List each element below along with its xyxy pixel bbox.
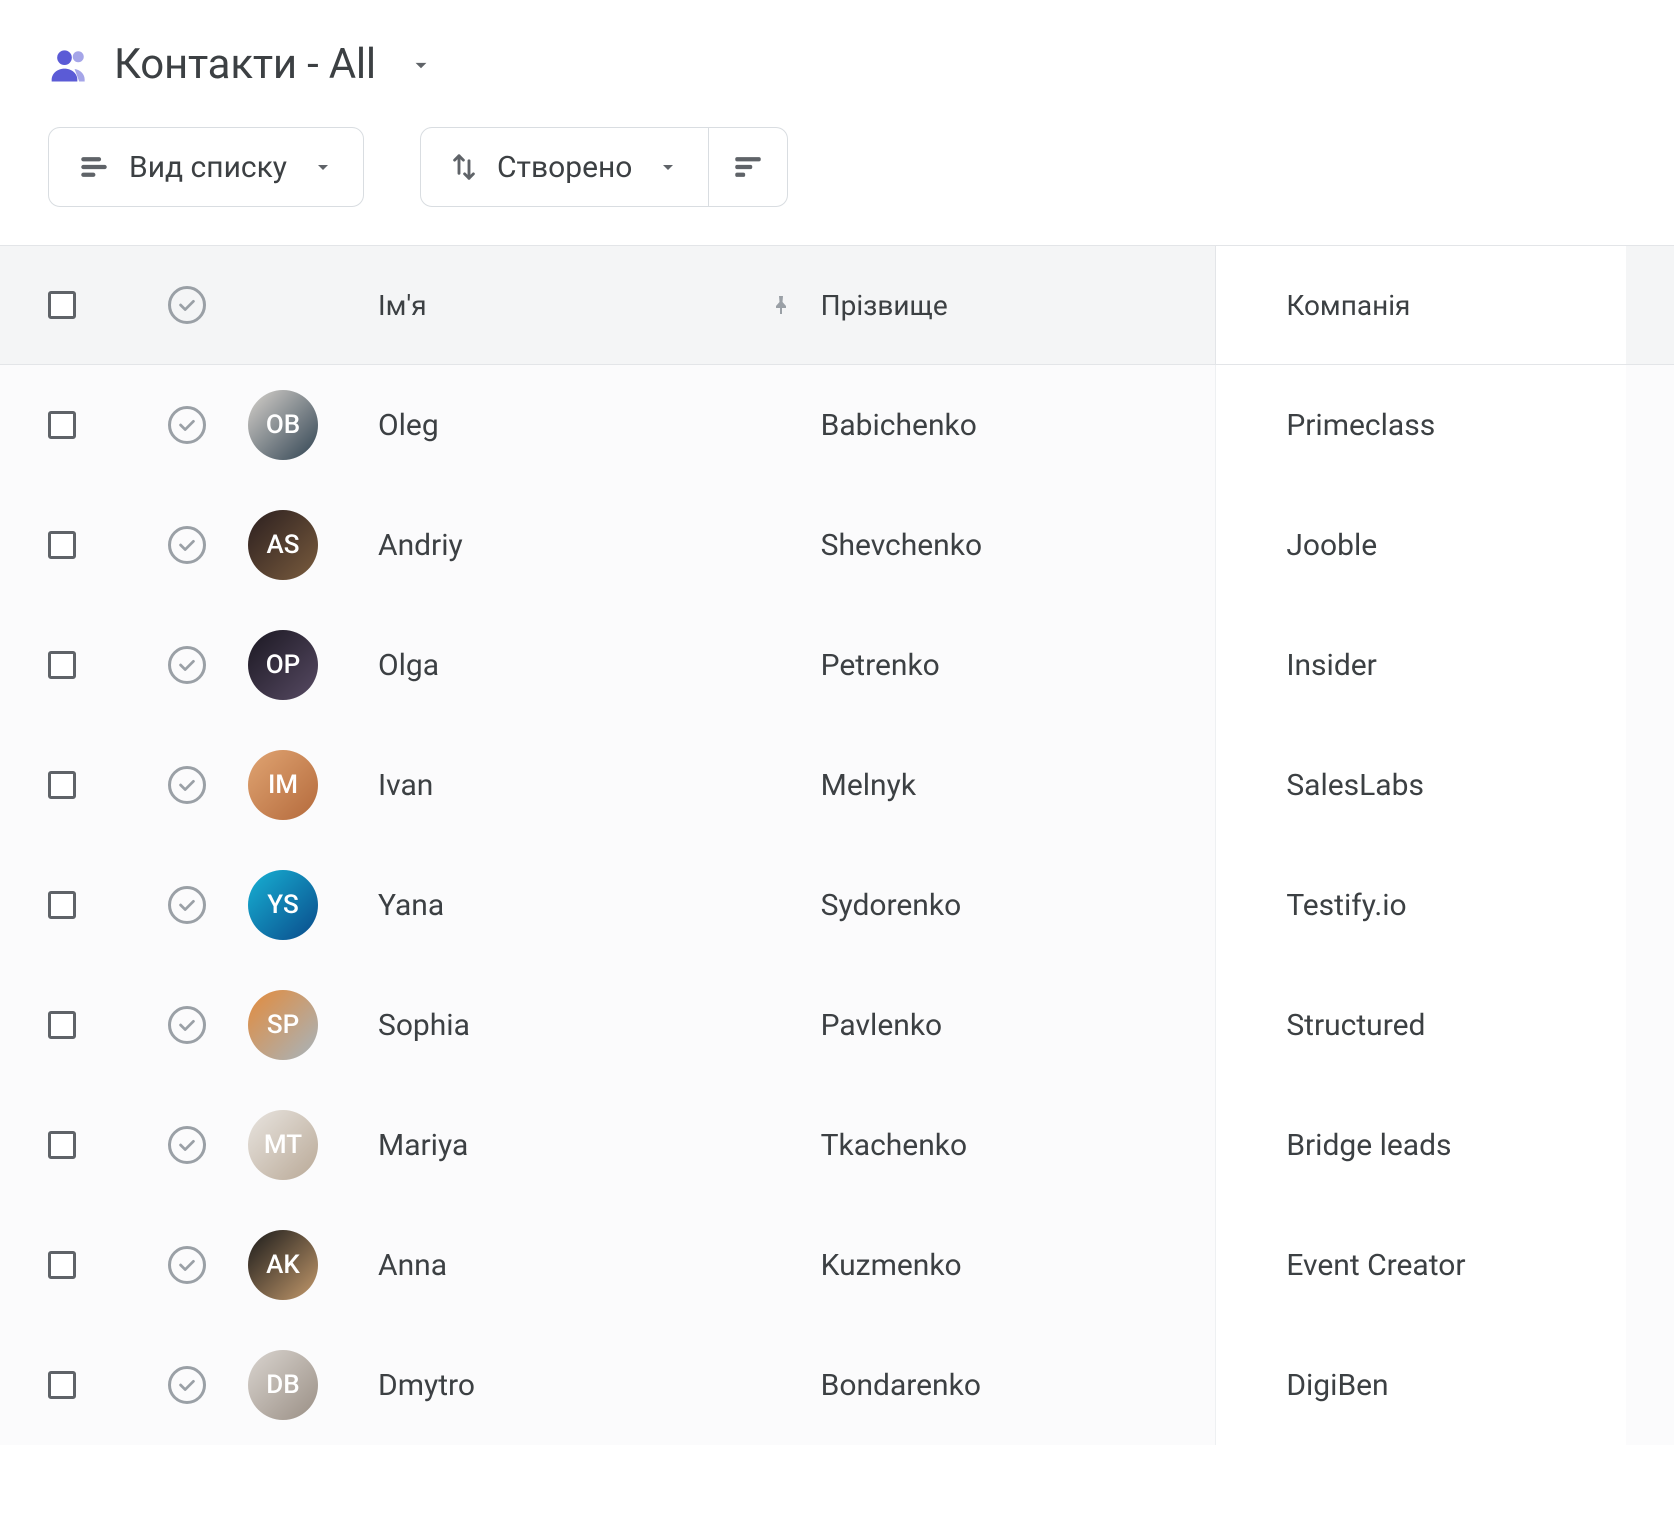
row-checkbox[interactable] xyxy=(48,891,76,919)
row-checkbox[interactable] xyxy=(48,651,76,679)
cell-company: Bridge leads xyxy=(1286,1128,1451,1163)
row-status-icon[interactable] xyxy=(168,646,206,684)
avatar[interactable]: AK xyxy=(248,1230,318,1300)
cell-first-name: Ivan xyxy=(378,768,741,803)
avatar-initials: MT xyxy=(264,1130,302,1160)
row-checkbox[interactable] xyxy=(48,771,76,799)
row-checkbox[interactable] xyxy=(48,411,76,439)
chevron-down-icon xyxy=(656,155,680,179)
cell-last-name: Petrenko xyxy=(821,648,1184,683)
cell-last-name: Shevchenko xyxy=(821,528,1184,563)
avatar-initials: OP xyxy=(266,650,301,680)
avatar[interactable]: MT xyxy=(248,1110,318,1180)
cell-last-name: Melnyk xyxy=(821,768,1184,803)
avatar[interactable]: OP xyxy=(248,630,318,700)
table-row[interactable]: OP Olga Petrenko Insider xyxy=(0,605,1674,725)
cell-first-name: Andriy xyxy=(378,528,741,563)
row-status-icon[interactable] xyxy=(168,1006,206,1044)
row-checkbox[interactable] xyxy=(48,1011,76,1039)
page-title[interactable]: Контакти - All xyxy=(114,40,376,89)
cell-last-name: Bondarenko xyxy=(821,1368,1184,1403)
chevron-down-icon xyxy=(311,155,335,179)
chevron-down-icon[interactable] xyxy=(408,52,434,78)
cell-company: Insider xyxy=(1286,648,1377,683)
swap-vertical-icon xyxy=(449,152,479,182)
row-checkbox[interactable] xyxy=(48,1371,76,1399)
avatar-initials: SP xyxy=(267,1010,299,1040)
cell-company: DigiBen xyxy=(1286,1368,1388,1403)
view-mode-button[interactable]: Вид списку xyxy=(48,127,364,207)
table-row[interactable]: DB Dmytro Bondarenko DigiBen xyxy=(0,1325,1674,1445)
cell-company: Structured xyxy=(1286,1008,1425,1043)
cell-last-name: Sydorenko xyxy=(821,888,1184,923)
table-row[interactable]: IM Ivan Melnyk SalesLabs xyxy=(0,725,1674,845)
avatar-initials: IM xyxy=(268,770,298,800)
cell-first-name: Sophia xyxy=(378,1008,741,1043)
cell-last-name: Pavlenko xyxy=(821,1008,1184,1043)
cell-last-name: Kuzmenko xyxy=(821,1248,1184,1283)
sort-direction-button[interactable] xyxy=(709,127,788,207)
cell-company: Jooble xyxy=(1286,528,1377,563)
row-status-icon[interactable] xyxy=(168,886,206,924)
cell-first-name: Anna xyxy=(378,1248,741,1283)
row-checkbox[interactable] xyxy=(48,1131,76,1159)
column-header-first-name[interactable]: Ім'я xyxy=(378,289,741,322)
column-header-last-name[interactable]: Прізвище xyxy=(821,289,1184,322)
avatar[interactable]: IM xyxy=(248,750,318,820)
row-checkbox[interactable] xyxy=(48,1251,76,1279)
table-row[interactable]: AS Andriy Shevchenko Jooble xyxy=(0,485,1674,605)
table-row[interactable]: YS Yana Sydorenko Testify.io xyxy=(0,845,1674,965)
avatar[interactable]: AS xyxy=(248,510,318,580)
sort-field-label: Створено xyxy=(497,150,632,185)
cell-first-name: Dmytro xyxy=(378,1368,741,1403)
table-row[interactable]: SP Sophia Pavlenko Structured xyxy=(0,965,1674,1085)
pin-icon[interactable] xyxy=(741,293,821,317)
avatar[interactable]: DB xyxy=(248,1350,318,1420)
view-mode-label: Вид списку xyxy=(129,150,287,185)
contacts-icon xyxy=(48,43,92,87)
table-row[interactable]: OB Oleg Babichenko Primeclass xyxy=(0,365,1674,485)
row-status-icon[interactable] xyxy=(168,766,206,804)
table-header-row: Ім'я Прізвище Компанія xyxy=(0,245,1674,365)
cell-first-name: Oleg xyxy=(378,408,741,443)
column-header-company[interactable]: Компанія xyxy=(1286,289,1410,322)
table-row[interactable]: MT Mariya Tkachenko Bridge leads xyxy=(0,1085,1674,1205)
row-status-icon[interactable] xyxy=(168,406,206,444)
avatar-initials: AK xyxy=(266,1250,300,1280)
row-status-icon[interactable] xyxy=(168,1366,206,1404)
cell-first-name: Yana xyxy=(378,888,741,923)
avatar-initials: AS xyxy=(267,530,300,560)
list-view-icon xyxy=(77,150,111,184)
cell-last-name: Babichenko xyxy=(821,408,1184,443)
avatar[interactable]: OB xyxy=(248,390,318,460)
page-title-label: Контакти - All xyxy=(114,40,376,89)
avatar[interactable]: YS xyxy=(248,870,318,940)
cell-last-name: Tkachenko xyxy=(821,1128,1184,1163)
sort-descending-icon xyxy=(731,150,765,184)
avatar[interactable]: SP xyxy=(248,990,318,1060)
sort-field-button[interactable]: Створено xyxy=(420,127,709,207)
contacts-table: Ім'я Прізвище Компанія OB Ole xyxy=(0,245,1674,1445)
row-status-icon[interactable] xyxy=(168,1246,206,1284)
cell-first-name: Olga xyxy=(378,648,741,683)
avatar-initials: DB xyxy=(266,1370,299,1400)
avatar-initials: OB xyxy=(266,410,300,440)
row-checkbox[interactable] xyxy=(48,531,76,559)
select-all-checkbox[interactable] xyxy=(48,291,76,319)
row-status-icon[interactable] xyxy=(168,1126,206,1164)
cell-first-name: Mariya xyxy=(378,1128,741,1163)
cell-company: Primeclass xyxy=(1286,408,1435,443)
status-header-icon[interactable] xyxy=(168,286,206,324)
avatar-initials: YS xyxy=(267,890,298,920)
cell-company: SalesLabs xyxy=(1286,768,1424,803)
table-row[interactable]: AK Anna Kuzmenko Event Creator xyxy=(0,1205,1674,1325)
row-status-icon[interactable] xyxy=(168,526,206,564)
cell-company: Event Creator xyxy=(1286,1248,1465,1283)
cell-company: Testify.io xyxy=(1286,888,1406,923)
